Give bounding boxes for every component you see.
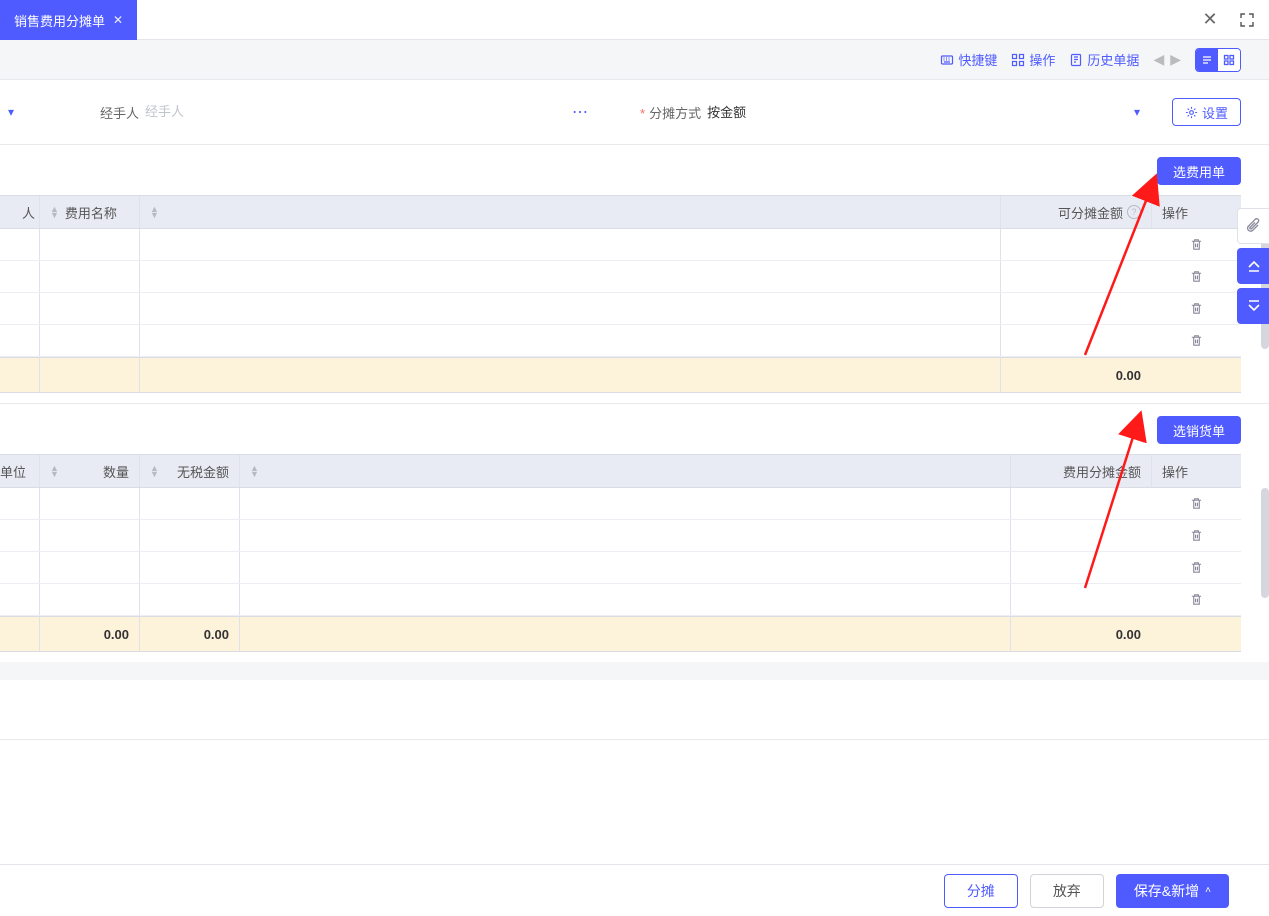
prev-record-icon[interactable]: ◀ (1153, 51, 1164, 68)
table-row[interactable] (0, 552, 1151, 584)
delete-row-icon[interactable] (1151, 334, 1241, 347)
sort-icon[interactable]: ▲▼ (150, 206, 159, 218)
history-link[interactable]: 历史单据 (1069, 50, 1139, 69)
settings-label: 设置 (1202, 103, 1228, 122)
table-row[interactable] (0, 261, 1151, 293)
delete-row-icon[interactable] (1151, 302, 1241, 315)
view-toggle (1195, 48, 1241, 72)
required-mark: * (640, 106, 645, 121)
delete-row-icon[interactable] (1151, 497, 1241, 510)
attachment-icon[interactable] (1237, 208, 1269, 244)
fullscreen-icon[interactable] (1235, 8, 1259, 32)
table-row[interactable] (0, 520, 1151, 552)
delete-row-icon[interactable] (1151, 529, 1241, 542)
gear-icon (1185, 106, 1198, 119)
expand-up-icon[interactable] (1237, 248, 1269, 284)
column-expense-name[interactable]: ▲▼费用名称 (40, 196, 140, 228)
tab-sales-expense-alloc[interactable]: 销售费用分摊单 ✕ (0, 0, 137, 40)
handler-label: 经手人 (100, 103, 139, 122)
chevron-down-icon[interactable]: ▾ (0, 105, 22, 119)
keyboard-icon (940, 53, 954, 67)
list-view-icon[interactable] (1196, 49, 1218, 71)
scrollbar[interactable] (1261, 488, 1269, 598)
column-action: 操作 (1152, 196, 1241, 228)
total-notax: 0.00 (140, 617, 240, 651)
delete-row-icon[interactable] (1151, 270, 1241, 283)
column-empty[interactable]: ▲▼ (240, 455, 1011, 487)
total-qty: 0.00 (40, 617, 140, 651)
delete-row-icon[interactable] (1151, 561, 1241, 574)
operate-label: 操作 (1029, 50, 1055, 69)
column-handler: 人 (0, 196, 40, 228)
tab-label: 销售费用分摊单 (14, 11, 105, 30)
method-label: 分摊方式 (649, 106, 701, 121)
column-allocatable-amount: 可分摊金额? (1001, 196, 1151, 228)
column-unit: 单位 (0, 455, 40, 487)
column-alloc-amount: 费用分摊金额 (1011, 455, 1151, 487)
settings-button[interactable]: 设置 (1172, 98, 1241, 126)
window-close-icon[interactable]: ✕ (1195, 5, 1225, 35)
help-icon[interactable]: ? (1127, 205, 1141, 219)
table-row[interactable] (0, 325, 1151, 357)
chevron-up-icon: ˄ (1205, 885, 1211, 896)
grid-icon (1011, 53, 1025, 67)
handler-field: 经手人 ⋯ (100, 102, 590, 122)
next-record-icon[interactable]: ▶ (1170, 51, 1181, 68)
table-row[interactable] (0, 229, 1151, 261)
sort-icon[interactable]: ▲▼ (50, 206, 59, 218)
table-row[interactable] (0, 584, 1151, 616)
select-sales-button[interactable]: 选销货单 (1157, 416, 1241, 444)
total-allocatable: 0.00 (1001, 358, 1151, 392)
column-empty[interactable]: ▲▼ (140, 196, 1001, 228)
delete-row-icon[interactable] (1151, 593, 1241, 606)
sort-icon[interactable]: ▲▼ (150, 465, 159, 477)
discard-button[interactable]: 放弃 (1030, 874, 1104, 908)
method-select[interactable]: 按金额 (707, 102, 1128, 122)
operate-link[interactable]: 操作 (1011, 50, 1055, 69)
history-icon (1069, 53, 1083, 67)
delete-row-icon[interactable] (1151, 238, 1241, 251)
table-row[interactable] (0, 488, 1151, 520)
card-view-icon[interactable] (1218, 49, 1240, 71)
table-row[interactable] (0, 293, 1151, 325)
sort-icon[interactable]: ▲▼ (50, 465, 59, 477)
handler-input[interactable] (145, 104, 566, 120)
select-expense-button[interactable]: 选费用单 (1157, 157, 1241, 185)
allocate-button[interactable]: 分摊 (944, 874, 1018, 908)
column-action: 操作 (1152, 455, 1241, 487)
chevron-down-icon[interactable]: ▾ (1134, 105, 1140, 119)
save-new-label: 保存&新增 (1134, 881, 1199, 901)
more-dots-icon[interactable]: ⋯ (572, 102, 590, 122)
method-field: * 分摊方式 按金额 ▾ (640, 102, 1140, 122)
shortcut-label: 快捷键 (958, 50, 997, 69)
history-label: 历史单据 (1087, 50, 1139, 69)
expand-down-icon[interactable] (1237, 288, 1269, 324)
tab-close-icon[interactable]: ✕ (113, 13, 123, 27)
save-new-button[interactable]: 保存&新增 ˄ (1116, 874, 1229, 908)
column-qty[interactable]: ▲▼数量 (40, 455, 140, 487)
sort-icon[interactable]: ▲▼ (250, 465, 259, 477)
total-alloc: 0.00 (1011, 617, 1151, 651)
column-notax[interactable]: ▲▼无税金额 (140, 455, 240, 487)
shortcut-link[interactable]: 快捷键 (940, 50, 997, 69)
